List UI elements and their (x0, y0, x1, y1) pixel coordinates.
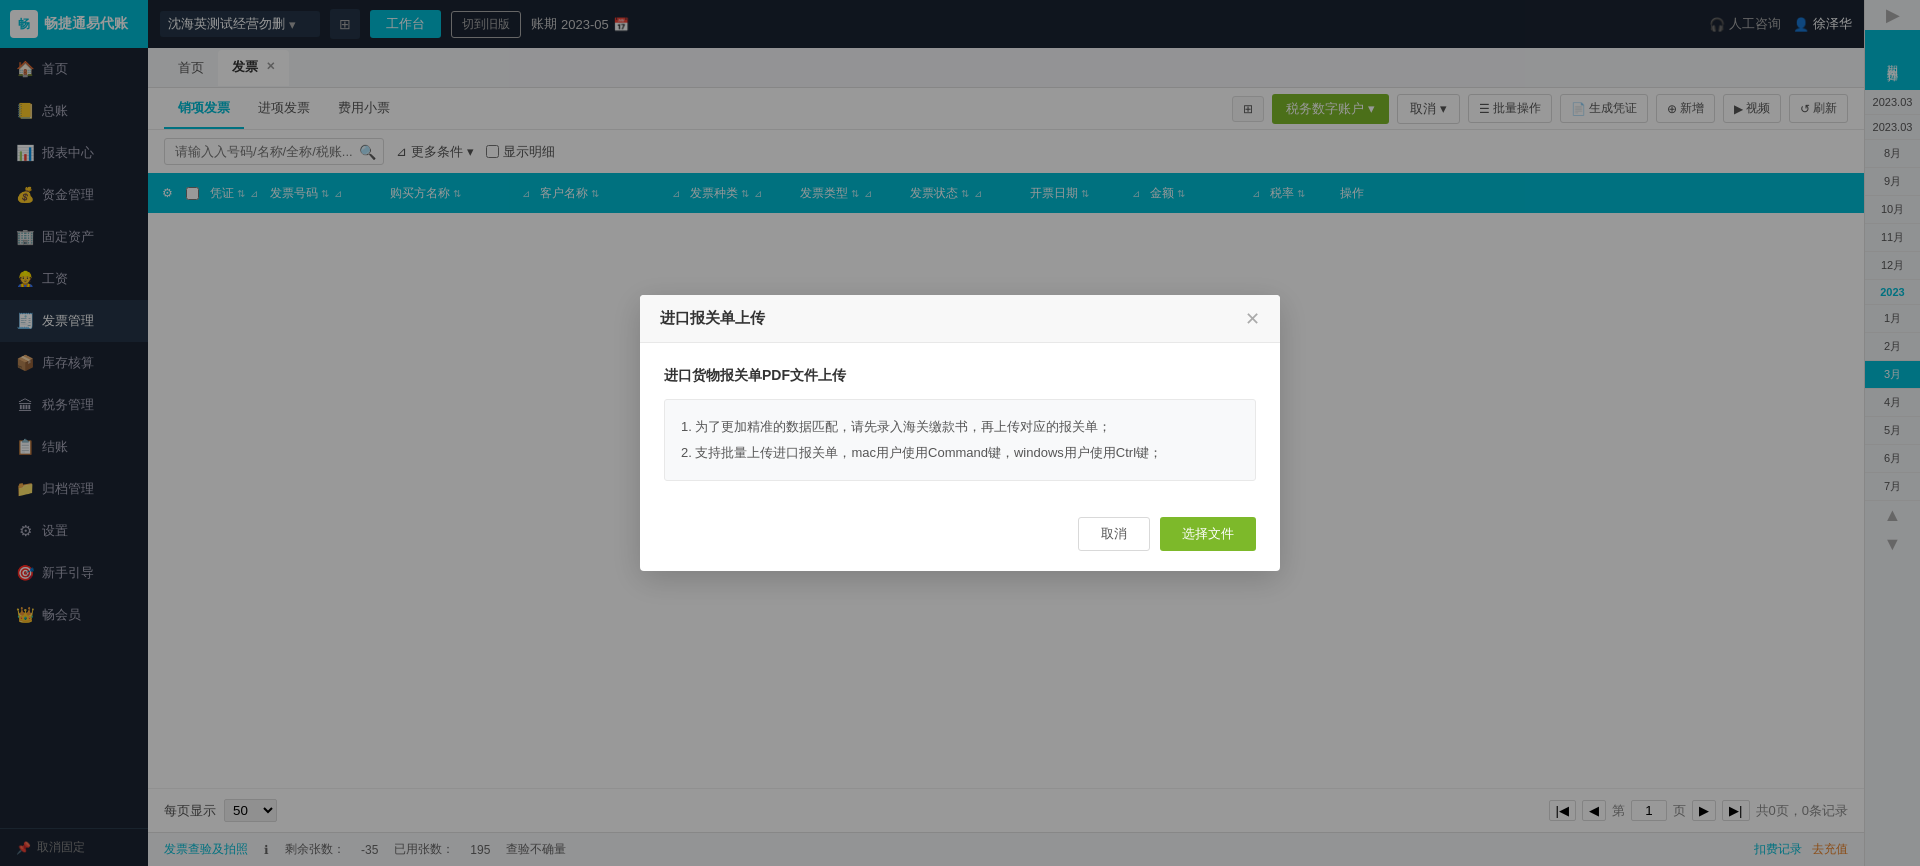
modal-body: 进口货物报关单PDF文件上传 1. 为了更加精准的数据匹配，请先录入海关缴款书，… (640, 343, 1280, 501)
modal-tip2: 2. 支持批量上传进口报关单，mac用户使用Command键，windows用户… (681, 440, 1239, 466)
modal-footer: 取消 选择文件 (640, 501, 1280, 571)
modal-overlay: 进口报关单上传 ✕ 进口货物报关单PDF文件上传 1. 为了更加精准的数据匹配，… (0, 0, 1920, 866)
import-customs-modal: 进口报关单上传 ✕ 进口货物报关单PDF文件上传 1. 为了更加精准的数据匹配，… (640, 295, 1280, 571)
modal-cancel-btn[interactable]: 取消 (1078, 517, 1150, 551)
modal-tip1: 1. 为了更加精准的数据匹配，请先录入海关缴款书，再上传对应的报关单； (681, 414, 1239, 440)
modal-confirm-btn[interactable]: 选择文件 (1160, 517, 1256, 551)
modal-header: 进口报关单上传 ✕ (640, 295, 1280, 343)
modal-tips: 1. 为了更加精准的数据匹配，请先录入海关缴款书，再上传对应的报关单； 2. 支… (664, 399, 1256, 481)
modal-title: 进口报关单上传 (660, 309, 765, 328)
modal-close-btn[interactable]: ✕ (1245, 310, 1260, 328)
modal-section-title: 进口货物报关单PDF文件上传 (664, 367, 1256, 385)
